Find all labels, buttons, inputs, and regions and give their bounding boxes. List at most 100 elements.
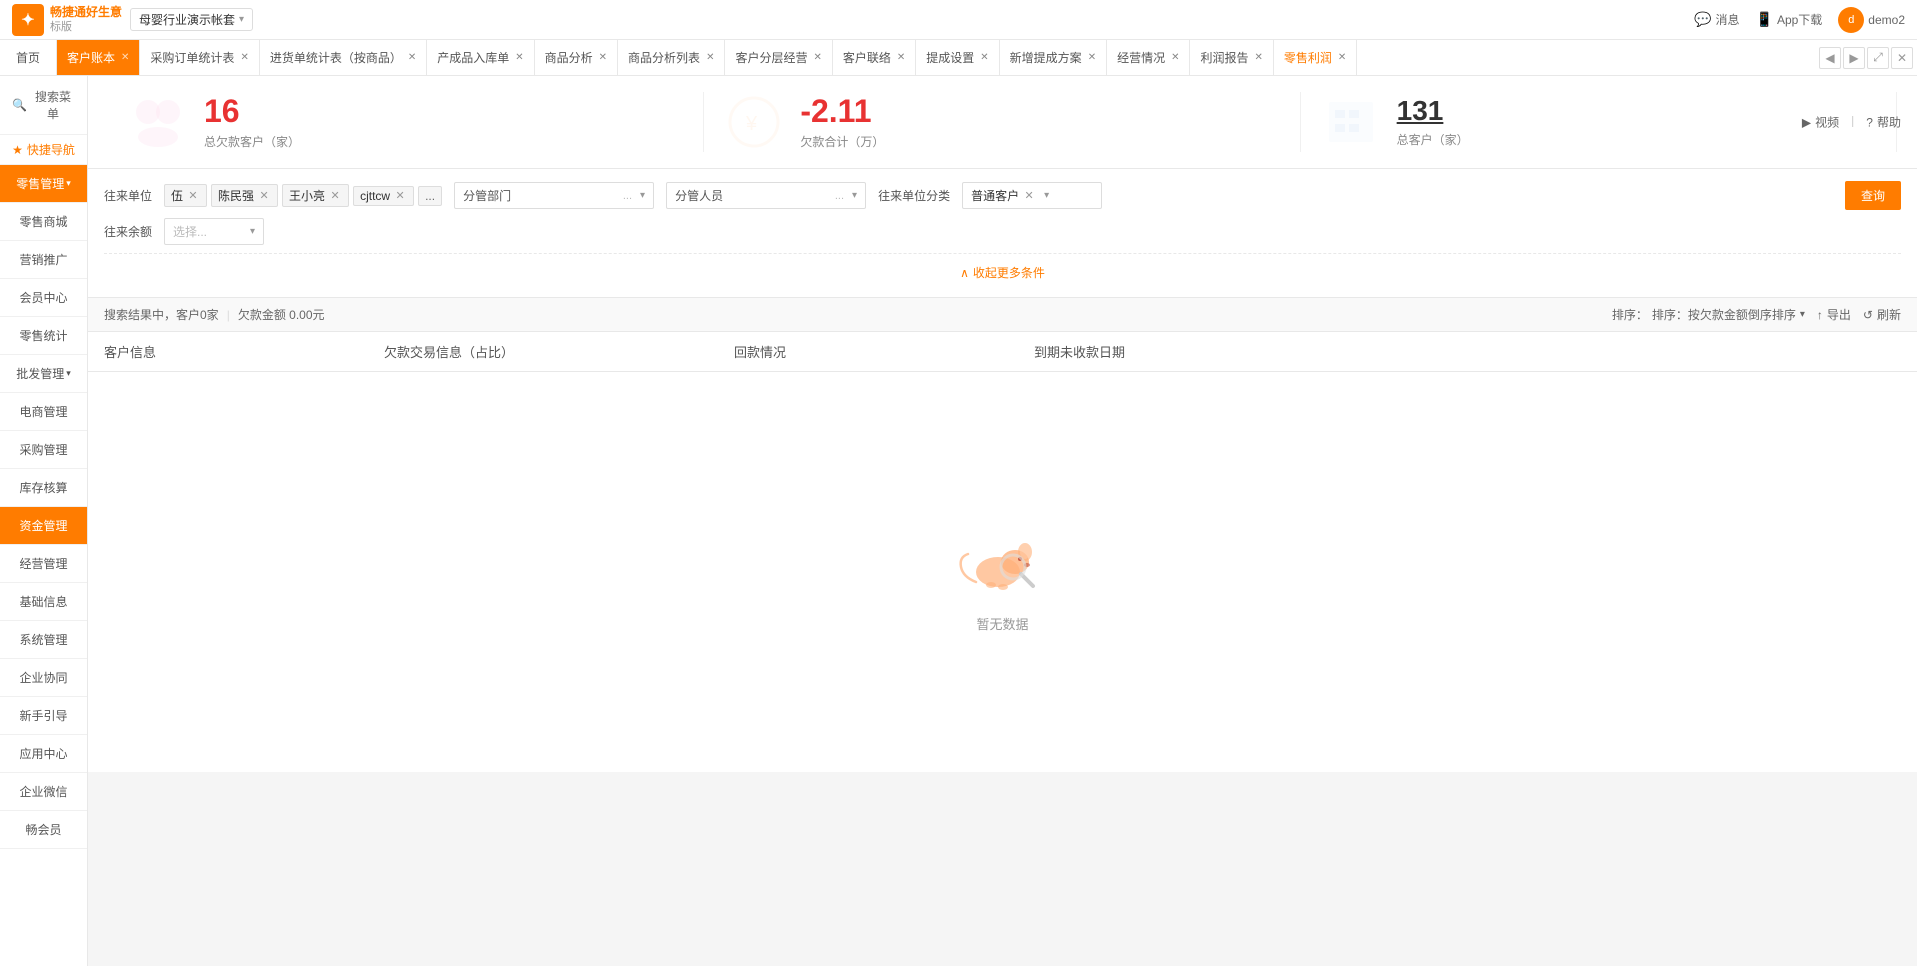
col-due-date: 到期未收款日期 bbox=[1034, 342, 1901, 361]
sidebar: 🔍 搜索菜单 ★ 快捷导航 零售管理 ▾ 零售商城 营销推广 会员中心 零售统计… bbox=[0, 76, 88, 966]
sidebar-item-member-center[interactable]: 会员中心 bbox=[0, 279, 87, 317]
tab-goods-list[interactable]: 商品分析列表 ✕ bbox=[618, 40, 725, 76]
close-icon[interactable]: ✕ bbox=[515, 52, 523, 63]
tab-retail-profit[interactable]: 零售利润 ✕ bbox=[1274, 40, 1357, 76]
remove-tag-chen[interactable]: ✕ bbox=[257, 189, 271, 203]
stats-card-customers: 16 总欠款客户（家） bbox=[108, 92, 704, 152]
close-icon[interactable]: ✕ bbox=[1171, 52, 1179, 63]
total-customers-label: 总客户（家） bbox=[1397, 131, 1469, 148]
remove-tag-wang[interactable]: ✕ bbox=[328, 189, 342, 203]
user-menu[interactable]: d demo2 bbox=[1838, 7, 1905, 33]
query-btn[interactable]: 查询 bbox=[1845, 181, 1901, 210]
sidebar-item-marketing[interactable]: 营销推广 bbox=[0, 241, 87, 279]
tab-goods-stats[interactable]: 进货单统计表（按商品） ✕ bbox=[260, 40, 427, 76]
close-icon[interactable]: ✕ bbox=[121, 52, 129, 63]
tab-scroll-left[interactable]: ◀ bbox=[1819, 47, 1841, 69]
sidebar-item-finance[interactable]: 资金管理 bbox=[0, 507, 87, 545]
sidebar-item-enterprise[interactable]: 企业协同 bbox=[0, 659, 87, 697]
close-icon[interactable]: ✕ bbox=[897, 52, 905, 63]
tab-customer-tier[interactable]: 客户分层经营 ✕ bbox=[725, 40, 832, 76]
remove-category-tag[interactable]: ✕ bbox=[1022, 189, 1036, 203]
tab-purchase-order[interactable]: 采购订单统计表 ✕ bbox=[140, 40, 259, 76]
remove-tag-wu[interactable]: ✕ bbox=[186, 189, 200, 203]
chevron-down-icon: ▾ bbox=[852, 190, 857, 201]
sidebar-item-system[interactable]: 系统管理 bbox=[0, 621, 87, 659]
sidebar-item-inventory[interactable]: 库存核算 bbox=[0, 469, 87, 507]
help-btn[interactable]: ? 帮助 bbox=[1866, 114, 1901, 131]
stats-card-amount: ¥ -2.11 欠款合计（万） bbox=[704, 92, 1300, 152]
message-btn[interactable]: 💬 消息 bbox=[1694, 11, 1739, 28]
remove-tag-cjttcw[interactable]: ✕ bbox=[393, 189, 407, 203]
empty-text: 暂无数据 bbox=[976, 614, 1028, 633]
manager-select[interactable]: 分管人员 ... ▾ bbox=[666, 182, 866, 209]
close-icon[interactable]: ✕ bbox=[408, 52, 416, 63]
filter-row-1: 往来单位 伍 ✕ 陈民强 ✕ 王小亮 ✕ cjttcw bbox=[104, 181, 1901, 210]
close-icon[interactable]: ✕ bbox=[1088, 52, 1096, 63]
chevron-down-icon: ▾ bbox=[1044, 190, 1049, 201]
sidebar-item-ecommerce[interactable]: 电商管理 bbox=[0, 393, 87, 431]
logo-icon: ✦ bbox=[12, 4, 44, 36]
tab-product-inbound[interactable]: 产成品入库单 ✕ bbox=[427, 40, 534, 76]
empty-state: 暂无数据 bbox=[953, 512, 1053, 633]
video-btn[interactable]: ▶ 视频 bbox=[1802, 114, 1839, 131]
tab-commission-settings[interactable]: 提成设置 ✕ bbox=[916, 40, 999, 76]
col-customer-info: 客户信息 bbox=[104, 342, 384, 361]
tab-expand[interactable]: ⤢ bbox=[1867, 47, 1889, 69]
sidebar-item-wholesale[interactable]: 批发管理 ▾ bbox=[0, 355, 87, 393]
tab-close-all[interactable]: ✕ bbox=[1891, 47, 1913, 69]
collapse-btn[interactable]: ∧ 收起更多条件 bbox=[104, 260, 1901, 285]
unit-filter-tags: 伍 ✕ 陈民强 ✕ 王小亮 ✕ cjttcw ✕ bbox=[164, 184, 442, 207]
tab-customer-contact[interactable]: 客户联络 ✕ bbox=[833, 40, 916, 76]
sidebar-item-basic-info[interactable]: 基础信息 bbox=[0, 583, 87, 621]
tab-business-overview[interactable]: 经营情况 ✕ bbox=[1107, 40, 1190, 76]
refresh-icon: ↺ bbox=[1863, 308, 1873, 322]
close-icon[interactable]: ✕ bbox=[1255, 52, 1263, 63]
app-download-btn[interactable]: 📱 App下载 bbox=[1756, 11, 1823, 28]
sidebar-item-changhui[interactable]: 畅会员 bbox=[0, 811, 87, 849]
close-icon[interactable]: ✕ bbox=[599, 52, 607, 63]
close-icon[interactable]: ✕ bbox=[980, 52, 988, 63]
refresh-btn[interactable]: ↺ 刷新 bbox=[1863, 306, 1901, 323]
logo-area: ✦ 畅捷通好生意 标版 bbox=[12, 4, 122, 36]
tab-customer-account[interactable]: 客户账本 ✕ bbox=[57, 40, 140, 76]
sort-select[interactable]: 排序： 排序：按欠款金额倒序排序 ▾ bbox=[1612, 306, 1805, 323]
sidebar-item-purchase[interactable]: 采购管理 bbox=[0, 431, 87, 469]
unit-category-select[interactable]: 普通客户 ✕ ▾ bbox=[962, 182, 1102, 209]
sidebar-item-retail-stats[interactable]: 零售统计 bbox=[0, 317, 87, 355]
sidebar-item-app-center[interactable]: 应用中心 bbox=[0, 735, 87, 773]
amount-select[interactable]: 选择... ▾ bbox=[164, 218, 264, 245]
close-icon[interactable]: ✕ bbox=[1338, 52, 1346, 63]
filter-tag-wang: 王小亮 ✕ bbox=[282, 184, 349, 207]
search-menu-btn[interactable]: 🔍 搜索菜单 bbox=[8, 84, 79, 126]
play-icon: ▶ bbox=[1802, 115, 1811, 129]
close-icon[interactable]: ✕ bbox=[706, 52, 714, 63]
chevron-down-icon: ▾ bbox=[239, 14, 244, 25]
svg-text:¥: ¥ bbox=[745, 113, 758, 135]
close-icon[interactable]: ✕ bbox=[813, 52, 821, 63]
star-icon: ★ bbox=[12, 143, 23, 157]
col-repayment: 回款情况 bbox=[734, 342, 1034, 361]
sidebar-search: 🔍 搜索菜单 bbox=[0, 76, 87, 135]
close-icon[interactable]: ✕ bbox=[240, 52, 248, 63]
sidebar-item-retail-management[interactable]: 零售管理 ▾ bbox=[0, 165, 87, 203]
industry-select[interactable]: 母婴行业演示帐套 ▾ bbox=[130, 8, 253, 31]
export-btn[interactable]: ↑ 导出 bbox=[1817, 306, 1851, 323]
quick-nav-btn[interactable]: ★ 快捷导航 bbox=[0, 135, 87, 165]
top-bar: ✦ 畅捷通好生意 标版 母婴行业演示帐套 ▾ 💬 消息 📱 App下载 d de… bbox=[0, 0, 1917, 40]
tab-scroll-right[interactable]: ▶ bbox=[1843, 47, 1865, 69]
sidebar-item-guide[interactable]: 新手引导 bbox=[0, 697, 87, 735]
filter-tag-more[interactable]: ... bbox=[418, 186, 442, 206]
top-bar-left: ✦ 畅捷通好生意 标版 母婴行业演示帐套 ▾ bbox=[12, 4, 253, 36]
tab-profit-report[interactable]: 利润报告 ✕ bbox=[1190, 40, 1273, 76]
sidebar-item-operations[interactable]: 经营管理 bbox=[0, 545, 87, 583]
sidebar-item-wechat[interactable]: 企业微信 bbox=[0, 773, 87, 811]
tab-home[interactable]: 首页 bbox=[0, 40, 57, 76]
unit-category-label: 往来单位分类 bbox=[878, 187, 950, 204]
debt-total: -2.11 bbox=[800, 94, 884, 129]
divider: | bbox=[227, 308, 230, 322]
tab-add-commission[interactable]: 新增提成方案 ✕ bbox=[1000, 40, 1107, 76]
sidebar-item-retail-mall[interactable]: 零售商城 bbox=[0, 203, 87, 241]
chevron-down-icon: ▾ bbox=[640, 190, 645, 201]
department-select[interactable]: 分管部门 ... ▾ bbox=[454, 182, 654, 209]
tab-goods-analysis[interactable]: 商品分析 ✕ bbox=[535, 40, 618, 76]
